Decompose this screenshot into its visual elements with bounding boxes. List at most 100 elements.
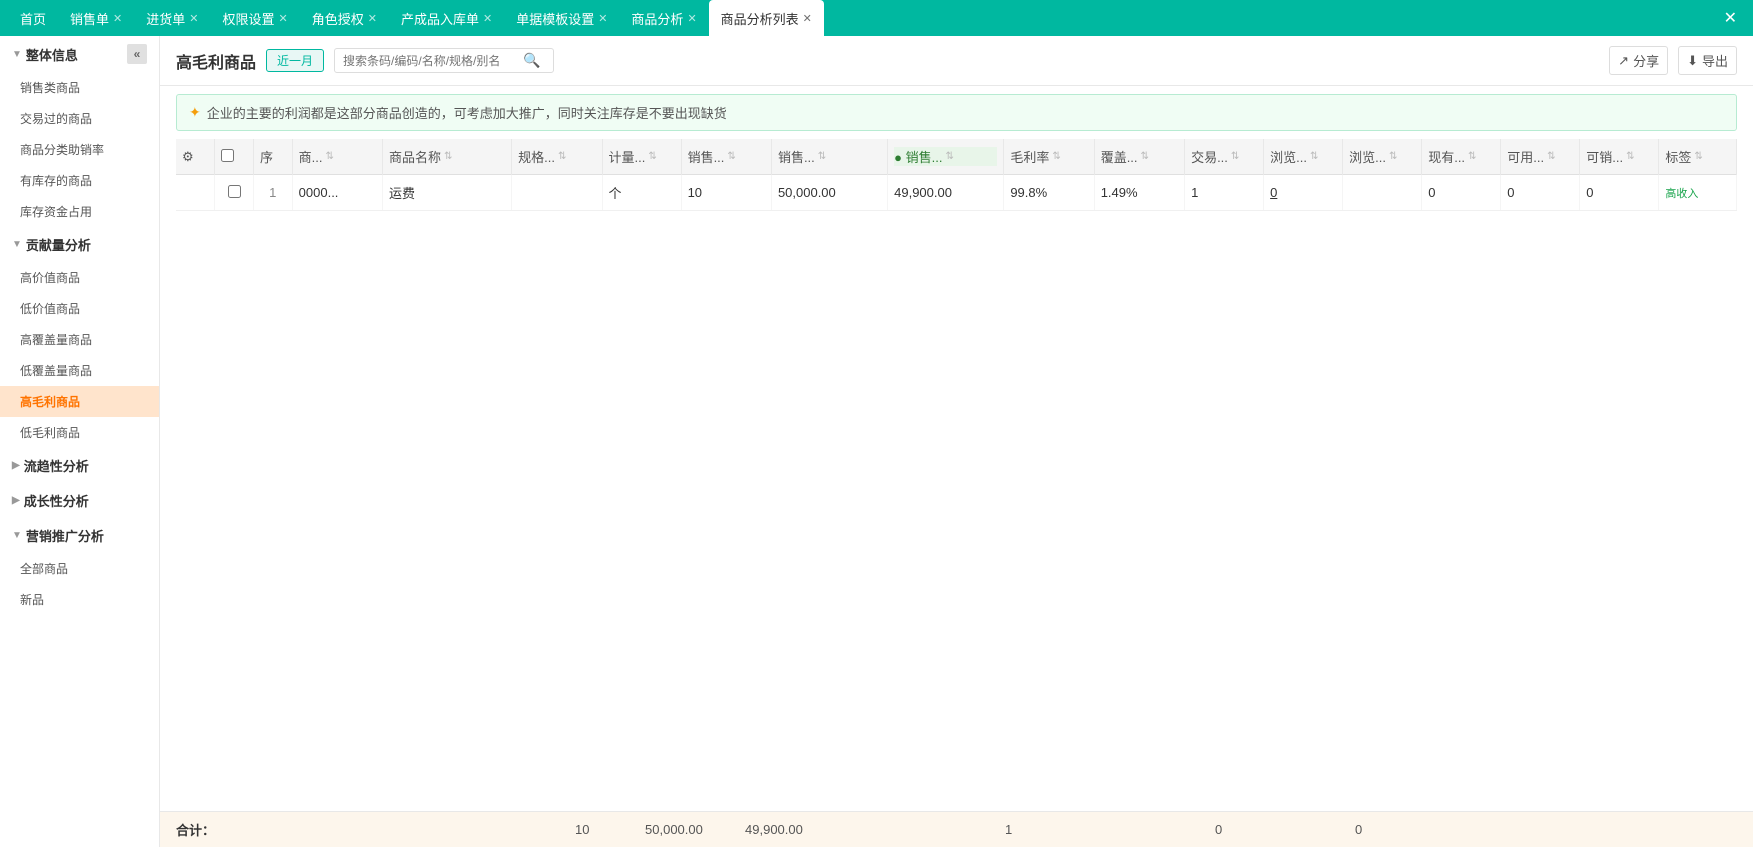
sidebar-item-low-margin[interactable]: 低毛利商品 <box>0 417 159 448</box>
cell-code: 0000... <box>292 175 382 211</box>
sidebar-item-traded-goods[interactable]: 交易过的商品 <box>0 103 159 134</box>
share-button[interactable]: ↗ 分享 <box>1609 46 1668 75</box>
table-row: 1 0000... 运费 个 10 50,000.00 49,900.00 99… <box>176 175 1737 211</box>
sidebar-group-marketing[interactable]: ▼ 营销推广分析 <box>0 518 159 553</box>
info-icon: ✦ <box>189 104 201 121</box>
select-all-checkbox[interactable] <box>221 149 234 162</box>
close-roles-tab[interactable]: ✕ <box>368 12 377 25</box>
col-current-stock[interactable]: 现有...⇅ <box>1422 139 1501 175</box>
col-view2[interactable]: 浏览...⇅ <box>1343 139 1422 175</box>
sort-available-icon: ⇅ <box>1547 151 1555 162</box>
cell-view1[interactable]: 0 <box>1264 175 1343 211</box>
col-coverage[interactable]: 覆盖...⇅ <box>1094 139 1184 175</box>
sort-grossrate-icon: ⇅ <box>1052 151 1060 162</box>
sort-trade-icon: ⇅ <box>1231 151 1239 162</box>
col-index: 序 <box>253 139 292 175</box>
sidebar-group-contribution[interactable]: ▼ 贡献量分析 <box>0 227 159 262</box>
export-button[interactable]: ⬇ 导出 <box>1678 46 1737 75</box>
row-checkbox[interactable] <box>228 185 241 198</box>
cell-checkbox[interactable] <box>215 175 254 211</box>
sidebar-item-high-coverage[interactable]: 高覆盖量商品 <box>0 324 159 355</box>
sidebar-item-low-coverage[interactable]: 低覆盖量商品 <box>0 355 159 386</box>
sidebar-item-category-rate[interactable]: 商品分类助销率 <box>0 134 159 165</box>
sidebar-group-trend[interactable]: ▶ 流趋性分析 <box>0 448 159 483</box>
footer-sales-cost: 49,900.00 <box>745 822 835 837</box>
nav-analysis[interactable]: 商品分析 ✕ <box>619 0 708 36</box>
col-code[interactable]: 商...⇅ <box>292 139 382 175</box>
col-checkbox[interactable] <box>215 139 254 175</box>
nav-sales[interactable]: 销售单 ✕ <box>58 0 134 36</box>
col-name[interactable]: 商品名称⇅ <box>383 139 512 175</box>
filter-recent-month[interactable]: 近一月 <box>266 49 324 72</box>
cell-view2 <box>1343 175 1422 211</box>
cell-tag: 高收入 <box>1659 175 1737 211</box>
arrow-right-icon-2: ▶ <box>12 495 20 506</box>
window-close-button[interactable]: ✕ <box>1716 8 1745 28</box>
arrow-down-icon-3: ▼ <box>12 530 22 541</box>
top-nav: 首页 销售单 ✕ 进货单 ✕ 权限设置 ✕ 角色授权 ✕ 产成品入库单 ✕ 单据… <box>0 0 1753 36</box>
sidebar-item-low-value[interactable]: 低价值商品 <box>0 293 159 324</box>
sidebar-item-in-stock[interactable]: 有库存的商品 <box>0 165 159 196</box>
page-title: 高毛利商品 <box>176 49 256 73</box>
col-unit[interactable]: 计量...⇅ <box>602 139 681 175</box>
sidebar-item-stock-funds[interactable]: 库存资金占用 <box>0 196 159 227</box>
nav-permissions[interactable]: 权限设置 ✕ <box>210 0 299 36</box>
close-template-tab[interactable]: ✕ <box>598 12 607 25</box>
sort-salesqty-icon: ⇅ <box>727 151 735 162</box>
col-sales-cost[interactable]: ● 销售...⇅ <box>888 139 1004 175</box>
cell-name: 运费 <box>383 175 512 211</box>
sidebar-item-new-goods[interactable]: 新品 <box>0 584 159 615</box>
search-box: 🔍 <box>334 48 554 73</box>
nav-roles[interactable]: 角色授权 ✕ <box>300 0 389 36</box>
close-permissions-tab[interactable]: ✕ <box>279 12 288 25</box>
col-trade[interactable]: 交易...⇅ <box>1185 139 1264 175</box>
sort-salesamt-icon: ⇅ <box>818 151 826 162</box>
col-spec[interactable]: 规格...⇅ <box>512 139 602 175</box>
search-icon[interactable]: 🔍 <box>523 52 540 69</box>
col-gross-rate[interactable]: 毛利率⇅ <box>1004 139 1094 175</box>
cell-sales-cost: 49,900.00 <box>888 175 1004 211</box>
sidebar-item-sales-goods[interactable]: 销售类商品 <box>0 72 159 103</box>
cell-spec <box>512 175 602 211</box>
sort-salescost-icon: ⇅ <box>945 151 953 162</box>
sidebar-item-all-goods[interactable]: 全部商品 <box>0 553 159 584</box>
sort-tag-icon: ⇅ <box>1694 151 1702 162</box>
arrow-down-icon-2: ▼ <box>12 239 22 250</box>
sort-view2-icon: ⇅ <box>1389 151 1397 162</box>
cell-unit: 个 <box>602 175 681 211</box>
share-icon: ↗ <box>1618 53 1629 69</box>
col-sales-qty[interactable]: 销售...⇅ <box>681 139 771 175</box>
close-sales-tab[interactable]: ✕ <box>113 12 122 25</box>
collapse-toggle[interactable]: « <box>127 44 147 64</box>
close-production-tab[interactable]: ✕ <box>483 12 492 25</box>
col-settings[interactable]: ⚙ <box>176 139 215 175</box>
export-icon: ⬇ <box>1687 53 1698 69</box>
content-area: 高毛利商品 近一月 🔍 ↗ 分享 ⬇ 导出 ✦ 企业的主要 <box>160 36 1753 847</box>
footer-sales-amount: 50,000.00 <box>645 822 735 837</box>
footer-saleable: 0 <box>1355 822 1415 837</box>
nav-analysis-list[interactable]: 商品分析列表 ✕ <box>709 0 824 36</box>
nav-purchase[interactable]: 进货单 ✕ <box>134 0 210 36</box>
nav-home[interactable]: 首页 <box>8 0 58 36</box>
sidebar-group-general[interactable]: ▼ 整体信息 « <box>0 36 159 72</box>
cell-gross-rate: 99.8% <box>1004 175 1094 211</box>
search-input[interactable] <box>343 54 523 68</box>
cell-available: 0 <box>1501 175 1580 211</box>
col-saleable[interactable]: 可销...⇅ <box>1580 139 1659 175</box>
close-purchase-tab[interactable]: ✕ <box>189 12 198 25</box>
close-analysis-tab[interactable]: ✕ <box>687 12 696 25</box>
col-available[interactable]: 可用...⇅ <box>1501 139 1580 175</box>
info-banner: ✦ 企业的主要的利润都是这部分商品创造的，可考虑加大推广，同时关注库存是不要出现… <box>176 94 1737 131</box>
footer-sales-qty: 10 <box>575 822 635 837</box>
nav-production[interactable]: 产成品入库单 ✕ <box>389 0 504 36</box>
footer-trade: 1 <box>1005 822 1065 837</box>
close-analysis-list-tab[interactable]: ✕ <box>803 12 812 25</box>
col-sales-amount[interactable]: 销售...⇅ <box>771 139 887 175</box>
col-tag[interactable]: 标签⇅ <box>1659 139 1737 175</box>
sidebar-item-high-margin[interactable]: 高毛利商品 <box>0 386 159 417</box>
sidebar-group-growth[interactable]: ▶ 成长性分析 <box>0 483 159 518</box>
sidebar-item-high-value[interactable]: 高价值商品 <box>0 262 159 293</box>
sort-currentstock-icon: ⇅ <box>1468 151 1476 162</box>
nav-template[interactable]: 单据模板设置 ✕ <box>504 0 619 36</box>
col-view1[interactable]: 浏览...⇅ <box>1264 139 1343 175</box>
